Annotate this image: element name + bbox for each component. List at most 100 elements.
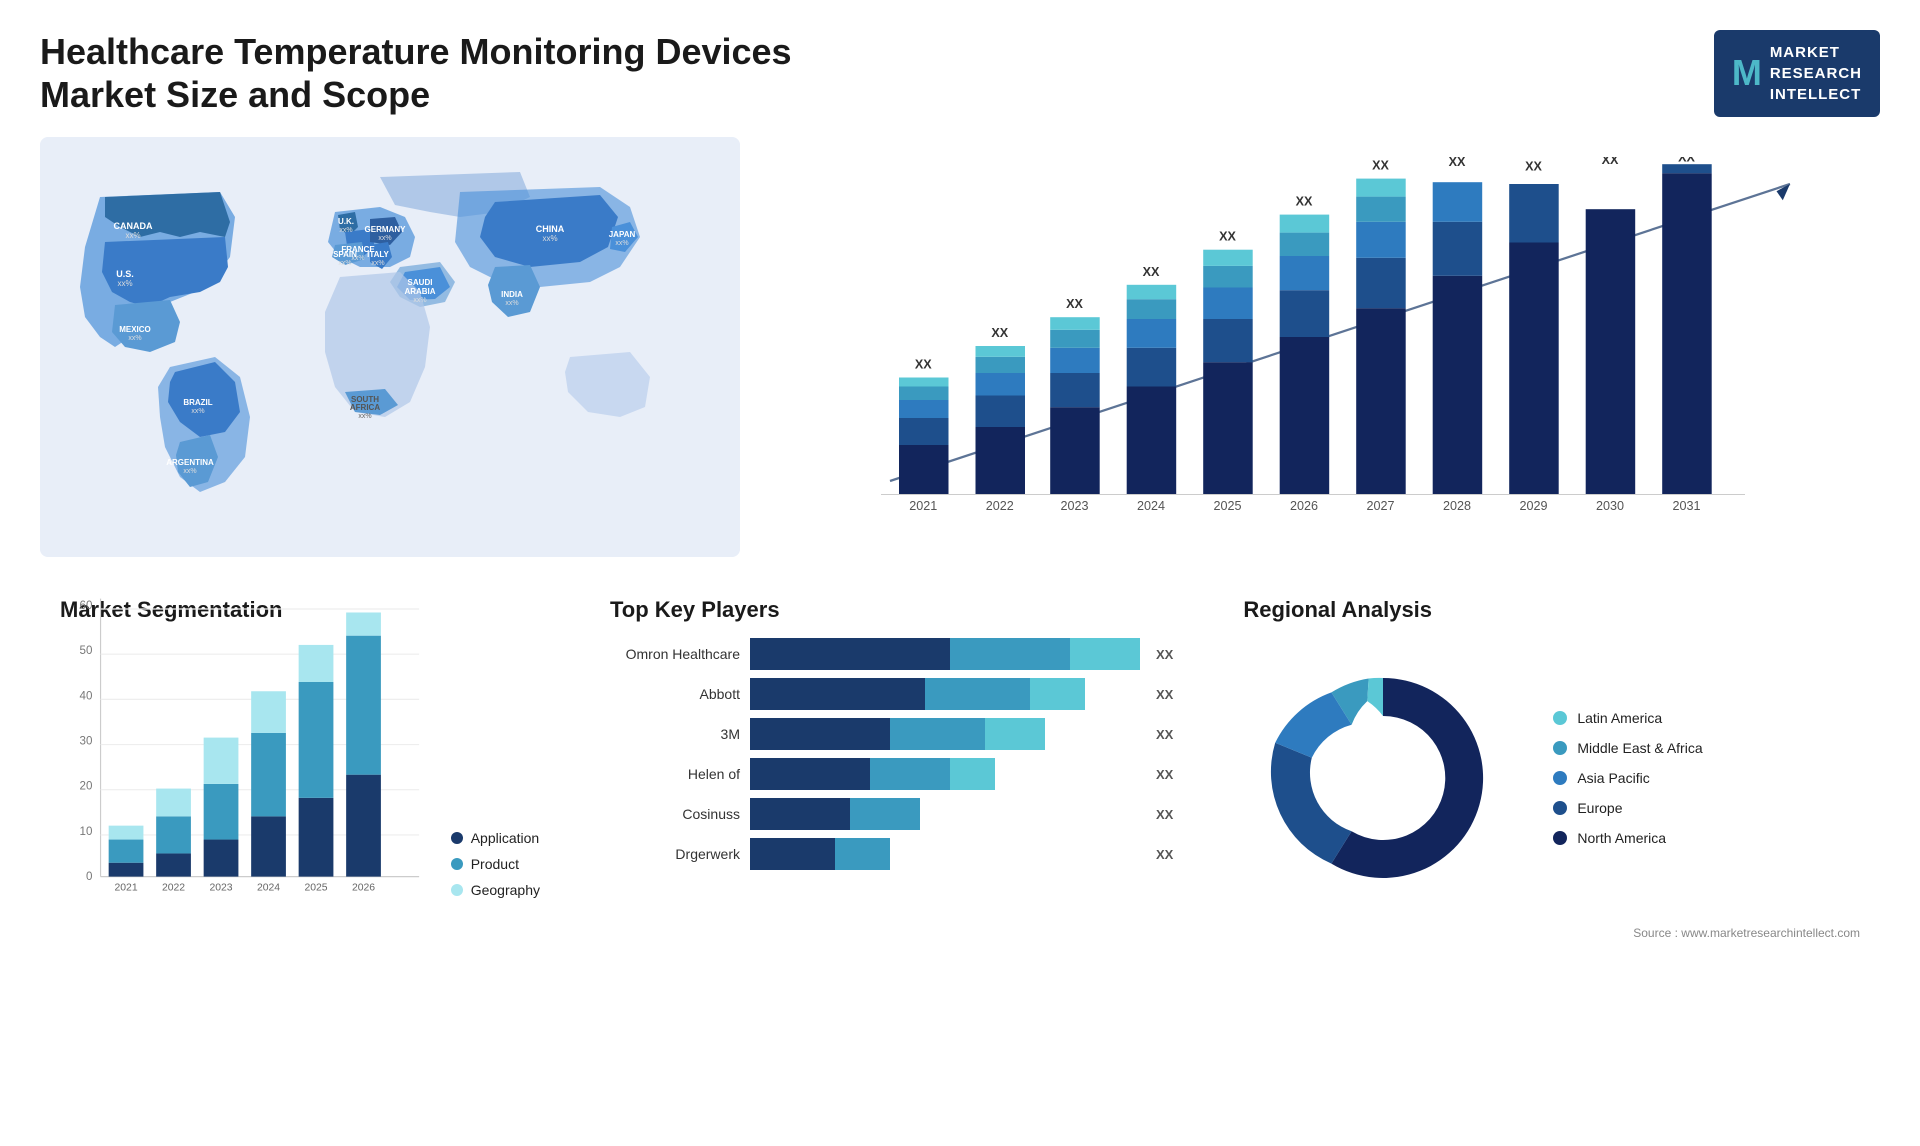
player-xx-drgerwerk: XX: [1156, 847, 1173, 862]
reg-legend-europe: Europe: [1553, 800, 1702, 816]
reg-dot-mea: [1553, 741, 1567, 755]
svg-text:2026: 2026: [352, 883, 375, 894]
bar-seg-3: [985, 718, 1045, 750]
player-name-abbott: Abbott: [610, 686, 740, 702]
regional-legend: Latin America Middle East & Africa Asia …: [1553, 710, 1702, 846]
players-title: Top Key Players: [610, 597, 1173, 623]
legend-item-geography: Geography: [451, 882, 540, 898]
svg-text:CANADA: CANADA: [114, 221, 153, 231]
page-title: Healthcare Temperature Monitoring Device…: [40, 30, 820, 116]
svg-text:BRAZIL: BRAZIL: [183, 398, 212, 407]
map-section: CANADA xx% U.S. xx% MEXICO xx% BRAZIL xx…: [40, 137, 740, 557]
player-bars-omron: [750, 638, 1140, 670]
svg-text:INDIA: INDIA: [501, 290, 523, 299]
svg-text:xx%: xx%: [338, 260, 351, 267]
svg-text:xx%: xx%: [542, 234, 557, 243]
player-row-cosinuss: Cosinuss XX: [610, 798, 1173, 830]
reg-legend-mea: Middle East & Africa: [1553, 740, 1702, 756]
player-name-drgerwerk: Drgerwerk: [610, 846, 740, 862]
player-bars-abbott: [750, 678, 1140, 710]
svg-text:XX: XX: [1449, 157, 1466, 169]
svg-text:2023: 2023: [1060, 499, 1088, 513]
svg-text:SAUDI: SAUDI: [408, 278, 433, 287]
svg-text:2030: 2030: [1596, 499, 1624, 513]
players-section: Top Key Players Omron Healthcare XX Abbo…: [590, 587, 1193, 967]
segmentation-section: Market Segmentation 0 10 20 30 40 50 60: [40, 587, 560, 967]
svg-text:30: 30: [80, 736, 93, 748]
donut-chart-svg: [1243, 638, 1523, 918]
player-bars-helen: [750, 758, 1140, 790]
svg-text:2021: 2021: [114, 883, 137, 894]
svg-text:SPAIN: SPAIN: [333, 250, 357, 259]
bar-seg-2: [850, 798, 920, 830]
svg-text:2031: 2031: [1672, 499, 1700, 513]
svg-text:xx%: xx%: [125, 231, 140, 240]
svg-text:XX: XX: [1066, 297, 1083, 311]
seg-chart: 0 10 20 30 40 50 60: [60, 587, 431, 928]
legend-dot-application: [451, 832, 463, 844]
svg-text:60: 60: [80, 600, 93, 612]
seg-chart-svg: 0 10 20 30 40 50 60: [60, 587, 431, 923]
svg-text:2025: 2025: [304, 883, 327, 894]
svg-text:40: 40: [80, 690, 93, 702]
logo-line2: RESEARCH: [1770, 63, 1862, 84]
svg-text:XX: XX: [1678, 157, 1695, 165]
reg-dot-europe: [1553, 801, 1567, 815]
reg-legend-north-america: North America: [1553, 830, 1702, 846]
player-xx-helen: XX: [1156, 767, 1173, 782]
reg-label-north-america: North America: [1577, 830, 1666, 846]
svg-text:JAPAN: JAPAN: [609, 230, 636, 239]
svg-text:2028: 2028: [1443, 499, 1471, 513]
svg-text:xx%: xx%: [615, 240, 628, 247]
legend-item-product: Product: [451, 856, 540, 872]
player-name-omron: Omron Healthcare: [610, 646, 740, 662]
legend-item-application: Application: [451, 830, 540, 846]
player-name-cosinuss: Cosinuss: [610, 806, 740, 822]
player-xx-abbott: XX: [1156, 687, 1173, 702]
svg-text:XX: XX: [1372, 159, 1389, 173]
bar-seg-3: [950, 758, 995, 790]
bar-seg-1: [750, 798, 850, 830]
player-bars-3m: [750, 718, 1140, 750]
svg-text:xx%: xx%: [413, 297, 426, 304]
page-header: Healthcare Temperature Monitoring Device…: [40, 30, 1880, 117]
player-row-helen: Helen of XX: [610, 758, 1173, 790]
svg-text:XX: XX: [1525, 160, 1542, 174]
bar-seg-2: [925, 678, 1030, 710]
source-text: Source : www.marketresearchintellect.com: [1243, 926, 1860, 940]
bottom-row: Market Segmentation 0 10 20 30 40 50 60: [40, 587, 1880, 967]
svg-text:2024: 2024: [257, 883, 280, 894]
logo-area: M MARKET RESEARCH INTELLECT: [1714, 30, 1880, 117]
svg-text:2026: 2026: [1290, 499, 1318, 513]
logo-m: M: [1732, 48, 1762, 98]
svg-text:2025: 2025: [1213, 499, 1241, 513]
svg-text:xx%: xx%: [371, 260, 384, 267]
player-row-drgerwerk: Drgerwerk XX: [610, 838, 1173, 870]
svg-text:U.K.: U.K.: [338, 217, 354, 226]
svg-text:2027: 2027: [1366, 499, 1394, 513]
svg-text:20: 20: [80, 781, 93, 793]
svg-text:2024: 2024: [1137, 499, 1165, 513]
svg-text:xx%: xx%: [117, 279, 132, 288]
reg-dot-latin-america: [1553, 711, 1567, 725]
svg-text:CHINA: CHINA: [536, 224, 565, 234]
player-bars-cosinuss: [750, 798, 1140, 830]
svg-text:XX: XX: [1602, 157, 1619, 167]
svg-text:2022: 2022: [986, 499, 1014, 513]
bar-seg-3: [1030, 678, 1085, 710]
bar-chart-section: XX XX XX XX: [770, 137, 1880, 557]
svg-text:GERMANY: GERMANY: [365, 225, 407, 234]
seg-content: 0 10 20 30 40 50 60: [60, 638, 540, 928]
svg-text:XX: XX: [1219, 230, 1236, 244]
svg-text:xx%: xx%: [191, 408, 204, 415]
reg-label-mea: Middle East & Africa: [1577, 740, 1702, 756]
regional-title: Regional Analysis: [1243, 597, 1860, 623]
svg-text:AFRICA: AFRICA: [350, 403, 380, 412]
reg-legend-asia-pacific: Asia Pacific: [1553, 770, 1702, 786]
svg-text:xx%: xx%: [339, 227, 352, 234]
legend-dot-product: [451, 858, 463, 870]
bar-seg-1: [750, 838, 835, 870]
player-name-helen: Helen of: [610, 766, 740, 782]
svg-text:2022: 2022: [162, 883, 185, 894]
svg-text:xx%: xx%: [358, 413, 371, 420]
